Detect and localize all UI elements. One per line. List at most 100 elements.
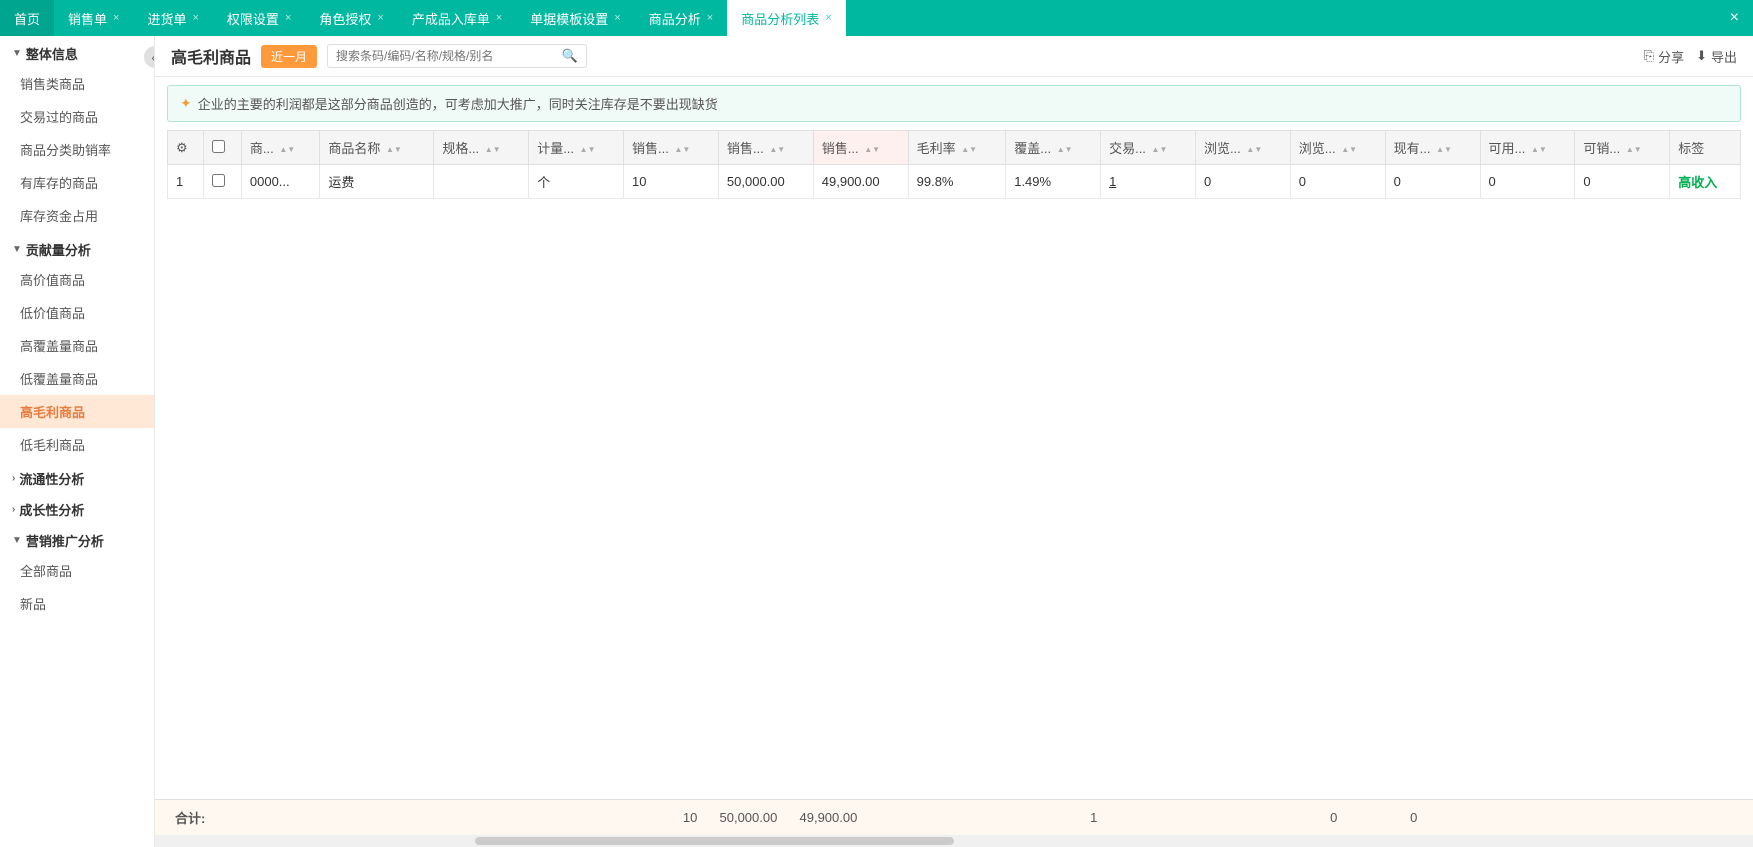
cell-index: 1 xyxy=(168,165,204,199)
nav-home[interactable]: 首页 xyxy=(0,0,54,36)
cell-coverage: 1.49% xyxy=(1006,165,1101,199)
row-checkbox[interactable] xyxy=(212,174,225,187)
cell-sale-amount: 50,000.00 xyxy=(718,165,813,199)
sidebar-item-traded-products[interactable]: 交易过的商品 xyxy=(0,100,154,133)
footer-available: 0 xyxy=(1345,810,1425,825)
close-product-analysis-tab[interactable]: × xyxy=(707,12,713,24)
cell-code: 0000... xyxy=(241,165,319,199)
nav-permission[interactable]: 权限设置 × xyxy=(213,0,305,36)
cell-unit: 个 xyxy=(529,165,624,199)
transaction-link[interactable]: 1 xyxy=(1109,174,1116,189)
cell-checkbox[interactable] xyxy=(204,165,242,199)
window-close-button[interactable]: × xyxy=(1716,0,1753,36)
scrollbar-thumb[interactable] xyxy=(475,837,954,845)
sidebar-item-stock-capital[interactable]: 库存资金占用 xyxy=(0,199,154,232)
group-arrow-liquidity: › xyxy=(12,473,15,484)
nav-analysis-list[interactable]: 商品分析列表 × xyxy=(727,0,845,36)
col-sale-cost[interactable]: 销售... ▲▼ xyxy=(813,131,908,165)
close-product-stock-tab[interactable]: × xyxy=(496,12,502,24)
close-purchase-tab[interactable]: × xyxy=(192,12,198,24)
col-browse2[interactable]: 浏览... ▲▼ xyxy=(1290,131,1385,165)
cell-sale-cost: 49,900.00 xyxy=(813,165,908,199)
search-box[interactable]: 🔍 xyxy=(327,44,587,68)
cell-stock: 0 xyxy=(1385,165,1480,199)
info-text: 企业的主要的利润都是这部分商品创造的，可考虑加大推广，同时关注库存是不要出现缺货 xyxy=(198,94,718,113)
footer-sale-amount: 50,000.00 xyxy=(705,810,785,825)
col-available[interactable]: 可用... ▲▼ xyxy=(1480,131,1575,165)
col-browse1[interactable]: 浏览... ▲▼ xyxy=(1195,131,1290,165)
search-input[interactable] xyxy=(336,49,562,63)
sidebar-item-all-products[interactable]: 全部商品 xyxy=(0,554,154,587)
cell-saleable: 0 xyxy=(1575,165,1670,199)
sidebar-item-low-margin[interactable]: 低毛利商品 xyxy=(0,428,154,461)
cell-available: 0 xyxy=(1480,165,1575,199)
sidebar-item-in-stock[interactable]: 有库存的商品 xyxy=(0,166,154,199)
col-spec[interactable]: 规格... ▲▼ xyxy=(434,131,529,165)
col-unit[interactable]: 计量... ▲▼ xyxy=(529,131,624,165)
col-stock[interactable]: 现有... ▲▼ xyxy=(1385,131,1480,165)
close-template-tab[interactable]: × xyxy=(614,12,620,24)
nav-product-analysis[interactable]: 商品分析 × xyxy=(635,0,727,36)
col-code[interactable]: 商... ▲▼ xyxy=(241,131,319,165)
nav-product-stock[interactable]: 产成品入库单 × xyxy=(398,0,516,36)
col-coverage[interactable]: 覆盖... ▲▼ xyxy=(1006,131,1101,165)
share-icon: ⎘ xyxy=(1644,48,1654,64)
group-arrow-overall: ▼ xyxy=(12,48,22,59)
sidebar-group-marketing[interactable]: ▼ 营销推广分析 xyxy=(0,523,154,554)
nav-purchase[interactable]: 进货单 × xyxy=(133,0,212,36)
col-tag[interactable]: 标签 xyxy=(1670,131,1741,165)
sidebar-item-low-coverage[interactable]: 低覆盖量商品 xyxy=(0,362,154,395)
sidebar-group-contribution[interactable]: ▼ 贡献量分析 xyxy=(0,232,154,263)
table-container[interactable]: ⚙ 商... ▲▼ 商品名称 ▲▼ 规格... ▲▼ xyxy=(155,130,1753,799)
share-button[interactable]: ⎘ 分享 xyxy=(1644,47,1684,66)
sidebar-item-sales-products[interactable]: 销售类商品 xyxy=(0,67,154,100)
products-table: ⚙ 商... ▲▼ 商品名称 ▲▼ 规格... ▲▼ xyxy=(167,130,1741,199)
nav-template[interactable]: 单据模板设置 × xyxy=(516,0,634,36)
close-role-tab[interactable]: × xyxy=(377,12,383,24)
table-row: 1 0000... 运费 个 10 50,000.00 49,900.00 99… xyxy=(168,165,1741,199)
info-bar: ✦ 企业的主要的利润都是这部分商品创造的，可考虑加大推广，同时关注库存是不要出现… xyxy=(167,85,1741,122)
sidebar-group-overall[interactable]: ▼ 整体信息 xyxy=(0,36,154,67)
cell-browse1: 0 xyxy=(1195,165,1290,199)
nav-sales[interactable]: 销售单 × xyxy=(54,0,133,36)
col-transaction[interactable]: 交易... ▲▼ xyxy=(1101,131,1196,165)
col-saleable[interactable]: 可销... ▲▼ xyxy=(1575,131,1670,165)
col-gross-margin[interactable]: 毛利率 ▲▼ xyxy=(908,131,1006,165)
table-header-row: ⚙ 商... ▲▼ 商品名称 ▲▼ 规格... ▲▼ xyxy=(168,131,1741,165)
sidebar-group-liquidity[interactable]: › 流通性分析 xyxy=(0,461,154,492)
cell-transaction[interactable]: 1 xyxy=(1101,165,1196,199)
col-name[interactable]: 商品名称 ▲▼ xyxy=(320,131,434,165)
sidebar-item-high-margin[interactable]: 高毛利商品 xyxy=(0,395,154,428)
cell-spec xyxy=(434,165,529,199)
col-sale-qty[interactable]: 销售... ▲▼ xyxy=(624,131,719,165)
top-nav: 首页 销售单 × 进货单 × 权限设置 × 角色授权 × 产成品入库单 × 单据… xyxy=(0,0,1753,36)
search-icon[interactable]: 🔍 xyxy=(562,48,578,64)
close-permission-tab[interactable]: × xyxy=(285,12,291,24)
sidebar-item-new-products[interactable]: 新品 xyxy=(0,587,154,620)
sidebar-item-high-value[interactable]: 高价值商品 xyxy=(0,263,154,296)
footer-total: 合计: 10 50,000.00 49,900.00 1 0 0 xyxy=(155,799,1753,835)
footer-label: 合计: xyxy=(175,808,205,827)
sidebar-group-growth[interactable]: › 成长性分析 xyxy=(0,492,154,523)
close-analysis-list-tab[interactable]: × xyxy=(825,12,831,24)
col-sale-amount[interactable]: 销售... ▲▼ xyxy=(718,131,813,165)
col-checkbox[interactable] xyxy=(204,131,242,165)
select-all-checkbox[interactable] xyxy=(212,140,225,153)
footer-stock: 0 xyxy=(1265,810,1345,825)
footer-transaction: 1 xyxy=(1025,810,1105,825)
filter-recent-month-button[interactable]: 近一月 xyxy=(261,45,317,68)
sidebar-item-category-rate[interactable]: 商品分类助销率 xyxy=(0,133,154,166)
horizontal-scrollbar[interactable] xyxy=(155,835,1753,847)
close-sales-tab[interactable]: × xyxy=(113,12,119,24)
group-arrow-contribution: ▼ xyxy=(12,244,22,255)
sidebar-item-high-coverage[interactable]: 高覆盖量商品 xyxy=(0,329,154,362)
sidebar: « ▼ 整体信息 销售类商品 交易过的商品 商品分类助销率 有库存的商品 库存资… xyxy=(0,36,155,847)
cell-sale-qty: 10 xyxy=(624,165,719,199)
content-area: 高毛利商品 近一月 🔍 ⎘ 分享 ⬇ 导出 ✦ 企业的主要的利润都是这部分商品创… xyxy=(155,36,1753,847)
sidebar-item-low-value[interactable]: 低价值商品 xyxy=(0,296,154,329)
export-button[interactable]: ⬇ 导出 xyxy=(1696,47,1737,66)
nav-role[interactable]: 角色授权 × xyxy=(305,0,397,36)
group-arrow-marketing: ▼ xyxy=(12,535,22,546)
cell-browse2: 0 xyxy=(1290,165,1385,199)
page-title: 高毛利商品 xyxy=(171,44,251,68)
